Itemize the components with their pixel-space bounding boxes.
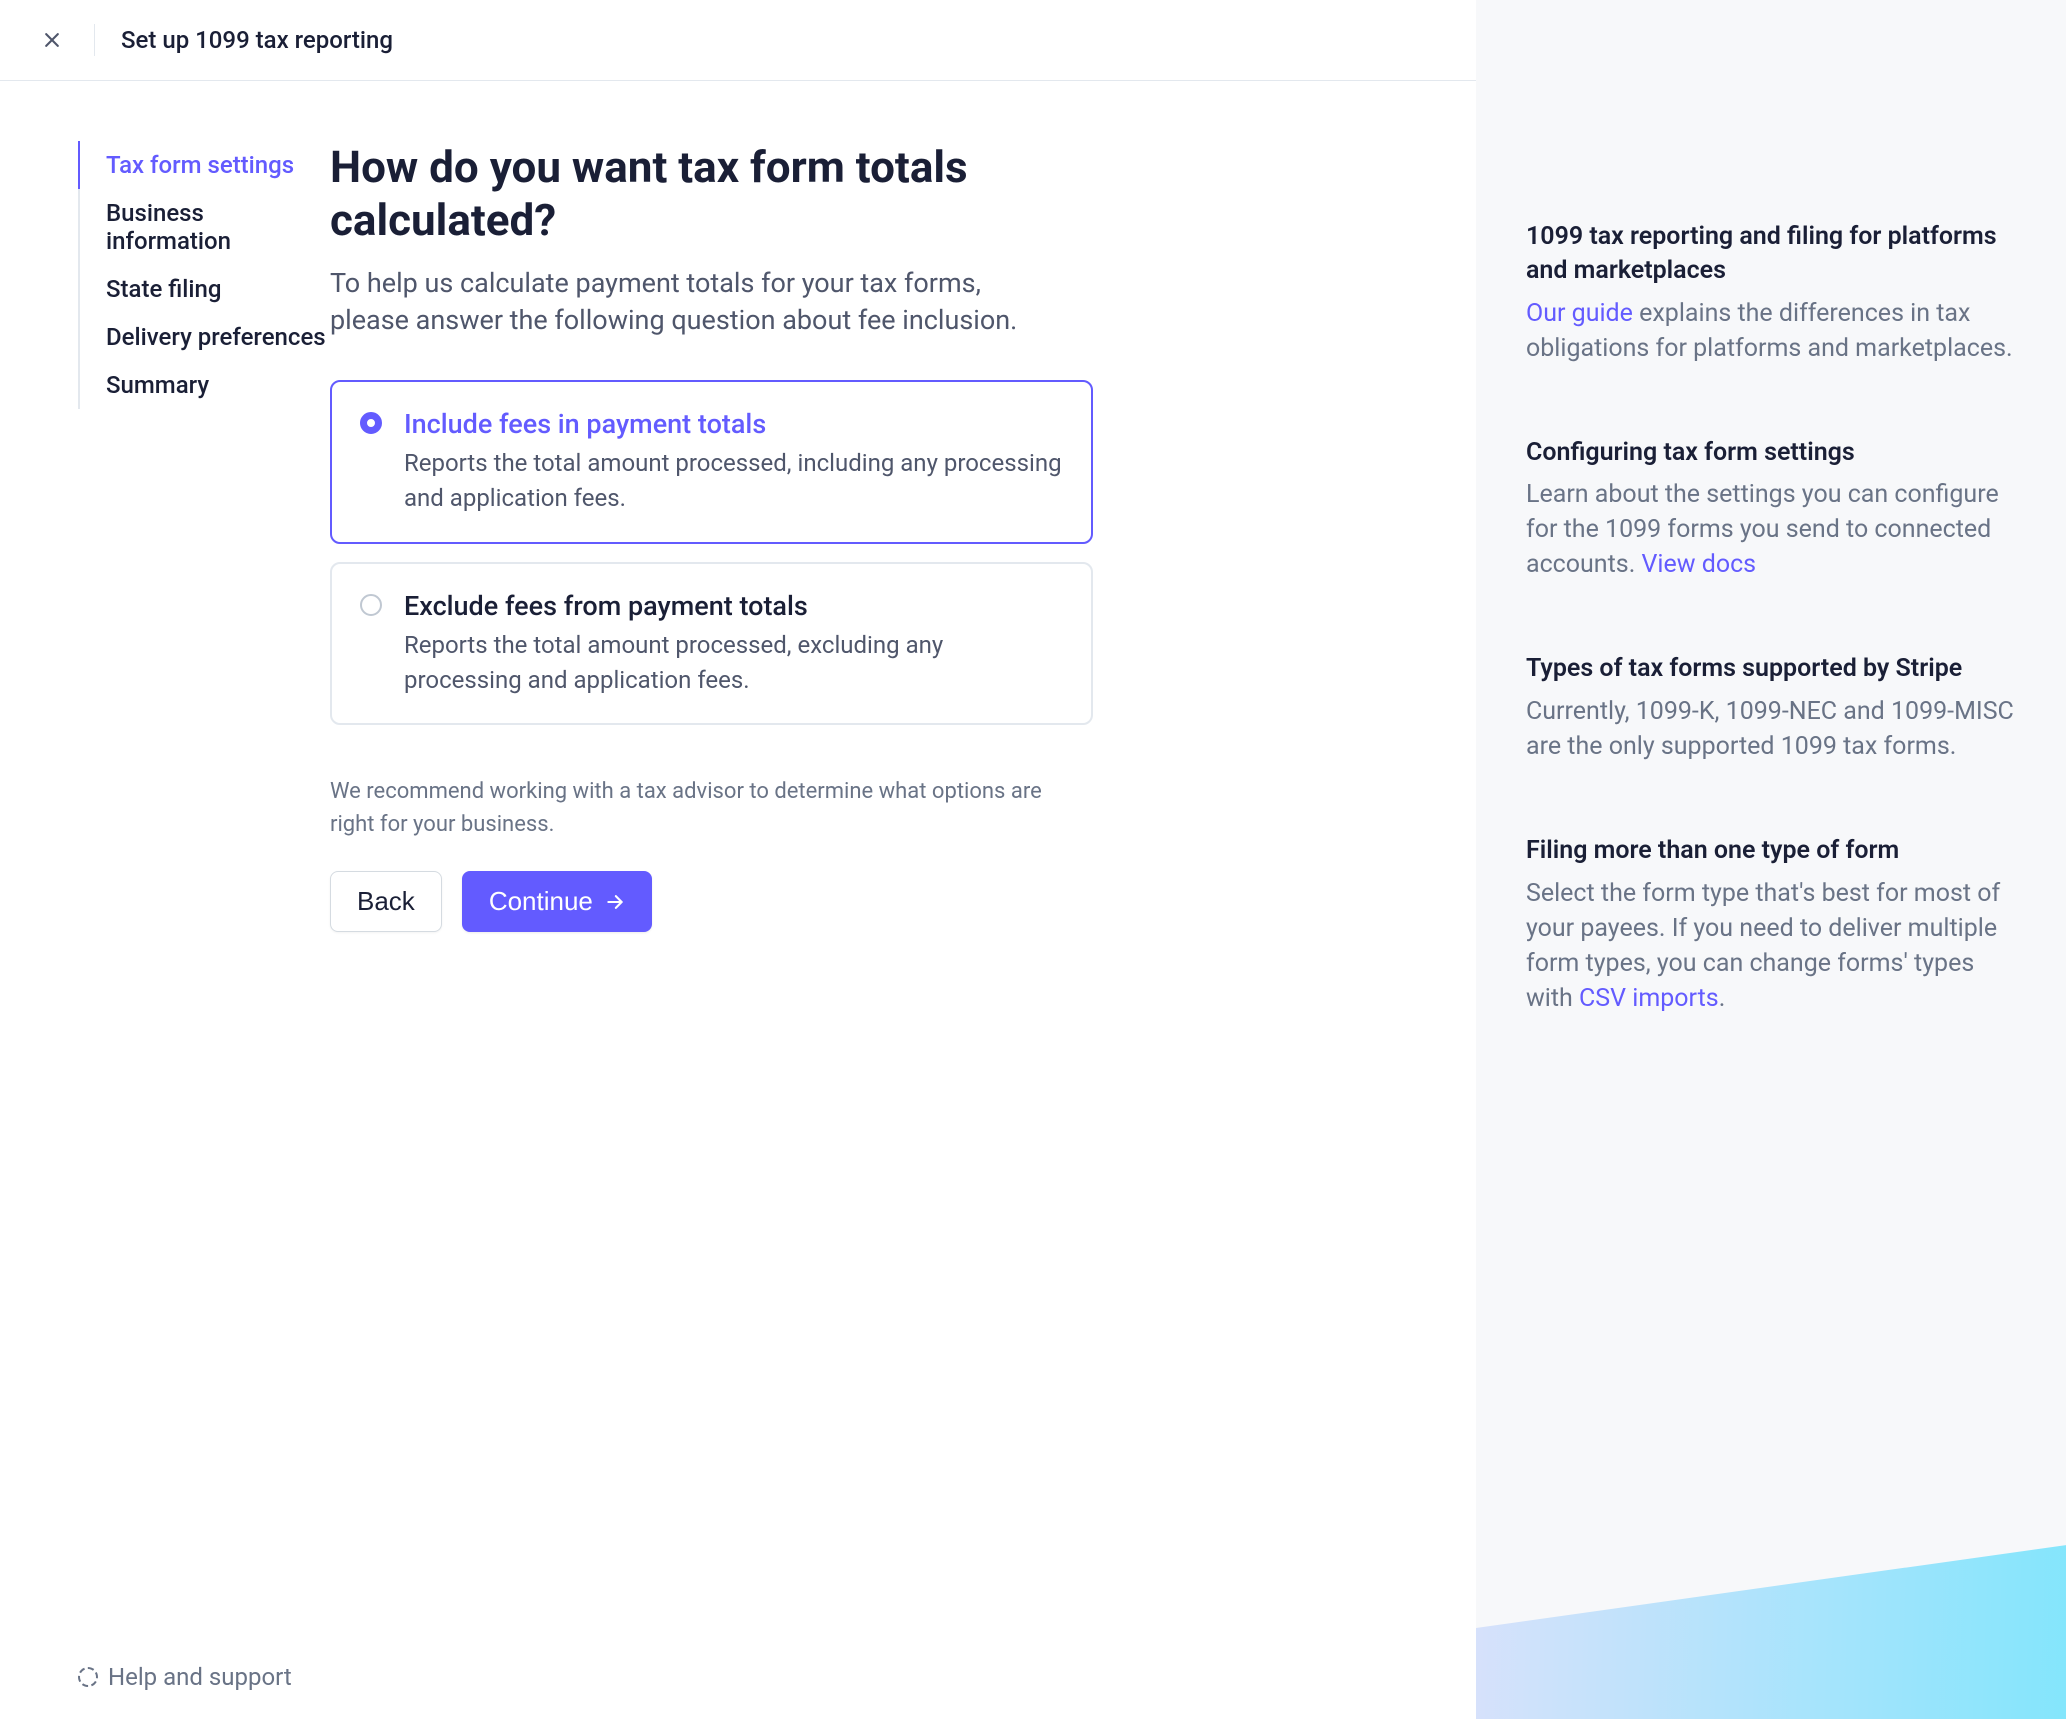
option-include-title: Include fees in payment totals [404, 408, 1063, 440]
page-subtitle: To help us calculate payment totals for … [330, 265, 1060, 341]
continue-button-label: Continue [489, 886, 593, 917]
sidebar-nav: Tax form settings Business information S… [0, 141, 330, 1719]
decorative-wedge [1476, 1541, 2066, 1719]
nav-item-summary[interactable]: Summary [80, 361, 330, 409]
header-title: Set up 1099 tax reporting [121, 26, 393, 54]
close-icon [42, 30, 62, 50]
info-body: Currently, 1099-K, 1099-NEC and 1099-MIS… [1526, 694, 2016, 764]
close-button[interactable] [36, 24, 68, 56]
view-docs-link[interactable]: View docs [1642, 550, 1757, 579]
info-title: Types of tax forms supported by Stripe [1526, 652, 2016, 686]
nav-item-tax-form-settings[interactable]: Tax form settings [80, 141, 330, 189]
info-panel: 1099 tax reporting and filing for platfo… [1476, 0, 2066, 1719]
nav-item-state-filing[interactable]: State filing [80, 265, 330, 313]
option-include-desc: Reports the total amount processed, incl… [404, 446, 1063, 516]
nav-item-business-information[interactable]: Business information [80, 189, 330, 265]
continue-button[interactable]: Continue [462, 871, 652, 932]
info-body-text: Learn about the settings you can configu… [1526, 480, 1999, 579]
option-exclude-title: Exclude fees from payment totals [404, 590, 1063, 622]
nav-item-delivery-preferences[interactable]: Delivery preferences [80, 313, 330, 361]
back-button-label: Back [357, 886, 415, 917]
info-title: Filing more than one type of form [1526, 834, 2016, 868]
header-divider [94, 24, 95, 56]
info-title: Configuring tax form settings [1526, 436, 2016, 470]
option-exclude-fees[interactable]: Exclude fees from payment totals Reports… [330, 562, 1093, 726]
info-section-types: Types of tax forms supported by Stripe C… [1526, 652, 2016, 764]
info-section-reporting: 1099 tax reporting and filing for platfo… [1526, 220, 2016, 366]
help-icon [78, 1667, 98, 1687]
info-body-text: . [1719, 984, 1726, 1013]
csv-imports-link[interactable]: CSV imports [1579, 984, 1719, 1013]
radio-icon [360, 412, 382, 434]
info-body: Select the form type that's best for mos… [1526, 876, 2016, 1016]
header: Set up 1099 tax reporting [0, 0, 1476, 81]
info-title: 1099 tax reporting and filing for platfo… [1526, 220, 2016, 288]
info-section-configuring: Configuring tax form settings Learn abou… [1526, 436, 2016, 583]
radio-icon [360, 594, 382, 616]
info-body: Learn about the settings you can configu… [1526, 477, 2016, 582]
our-guide-link[interactable]: Our guide [1526, 299, 1633, 328]
arrow-right-icon [605, 892, 625, 912]
help-support-label: Help and support [108, 1663, 292, 1691]
help-support-link[interactable]: Help and support [78, 1663, 292, 1691]
info-section-filing-multiple: Filing more than one type of form Select… [1526, 834, 2016, 1016]
option-exclude-desc: Reports the total amount processed, excl… [404, 628, 1063, 698]
page-heading: How do you want tax form totals calculat… [330, 141, 1110, 247]
advisor-note: We recommend working with a tax advisor … [330, 775, 1070, 841]
back-button[interactable]: Back [330, 871, 442, 932]
info-body: Our guide explains the differences in ta… [1526, 296, 2016, 366]
option-include-fees[interactable]: Include fees in payment totals Reports t… [330, 380, 1093, 544]
